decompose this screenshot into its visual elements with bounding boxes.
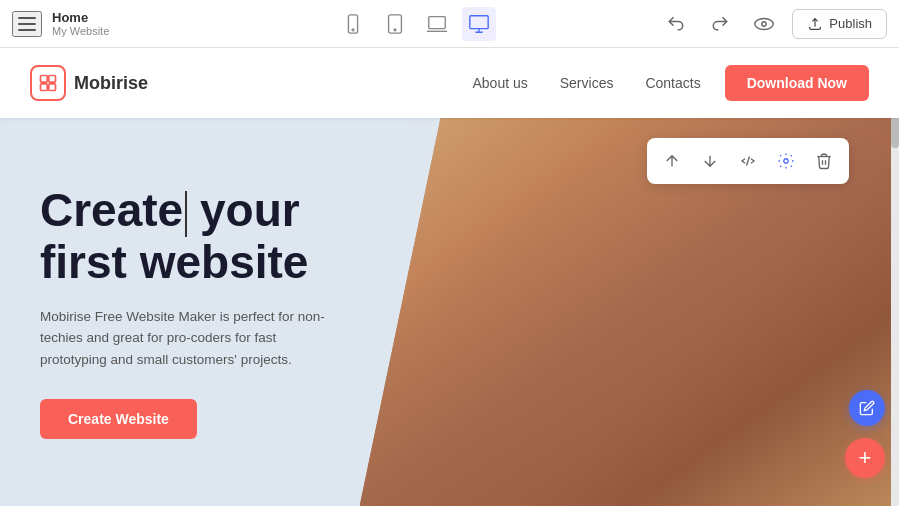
- redo-button[interactable]: [704, 8, 736, 40]
- hero-section: Create your first website Mobirise Free …: [0, 118, 899, 506]
- svg-point-7: [762, 21, 767, 26]
- browser-content: Mobirise About us Services Contacts Down…: [0, 48, 899, 506]
- edit-fab-button[interactable]: [849, 390, 885, 426]
- laptop-view-button[interactable]: [420, 7, 454, 41]
- undo-button[interactable]: [660, 8, 692, 40]
- page-title: Home: [52, 10, 109, 25]
- download-button[interactable]: Download Now: [725, 65, 869, 101]
- svg-rect-5: [470, 15, 488, 28]
- svg-point-1: [352, 29, 354, 31]
- hero-heading-line2: first website: [40, 236, 308, 288]
- preview-button[interactable]: [748, 8, 780, 40]
- hero-heading: Create your first website: [40, 185, 410, 287]
- publish-button[interactable]: Publish: [792, 9, 887, 39]
- hero-content: Create your first website Mobirise Free …: [0, 118, 450, 506]
- tablet-view-button[interactable]: [378, 7, 412, 41]
- add-section-button[interactable]: +: [845, 438, 885, 478]
- section-toolbar: [647, 138, 849, 184]
- hero-description: Mobirise Free Website Maker is perfect f…: [40, 306, 330, 371]
- desktop-view-button[interactable]: [462, 7, 496, 41]
- svg-rect-8: [41, 76, 48, 83]
- move-up-button[interactable]: [655, 144, 689, 178]
- site-navbar: Mobirise About us Services Contacts Down…: [0, 48, 899, 118]
- logo-icon: [30, 65, 66, 101]
- svg-point-3: [394, 29, 396, 31]
- svg-rect-11: [49, 84, 56, 91]
- nav-contacts[interactable]: Contacts: [645, 75, 700, 91]
- hero-heading-line1: Create your: [40, 184, 300, 236]
- code-button[interactable]: [731, 144, 765, 178]
- page-info: Home My Website: [52, 10, 109, 37]
- delete-button[interactable]: [807, 144, 841, 178]
- top-toolbar: Home My Website Pu: [0, 0, 899, 48]
- menu-button[interactable]: [12, 11, 42, 37]
- nav-about[interactable]: About us: [472, 75, 527, 91]
- mobile-view-button[interactable]: [336, 7, 370, 41]
- toolbar-left: Home My Website: [12, 10, 172, 37]
- device-switcher: [184, 7, 648, 41]
- svg-point-12: [784, 159, 789, 164]
- toolbar-right: Publish: [660, 8, 887, 40]
- site-logo: Mobirise: [30, 65, 148, 101]
- nav-services[interactable]: Services: [560, 75, 614, 91]
- site-nav: About us Services Contacts: [472, 75, 700, 91]
- settings-button[interactable]: [769, 144, 803, 178]
- move-down-button[interactable]: [693, 144, 727, 178]
- svg-rect-10: [41, 84, 48, 91]
- svg-rect-9: [49, 76, 56, 83]
- logo-text: Mobirise: [74, 73, 148, 94]
- publish-label: Publish: [829, 16, 872, 31]
- page-subtitle: My Website: [52, 25, 109, 37]
- svg-rect-4: [429, 16, 446, 28]
- create-website-button[interactable]: Create Website: [40, 399, 197, 439]
- svg-point-6: [755, 18, 773, 29]
